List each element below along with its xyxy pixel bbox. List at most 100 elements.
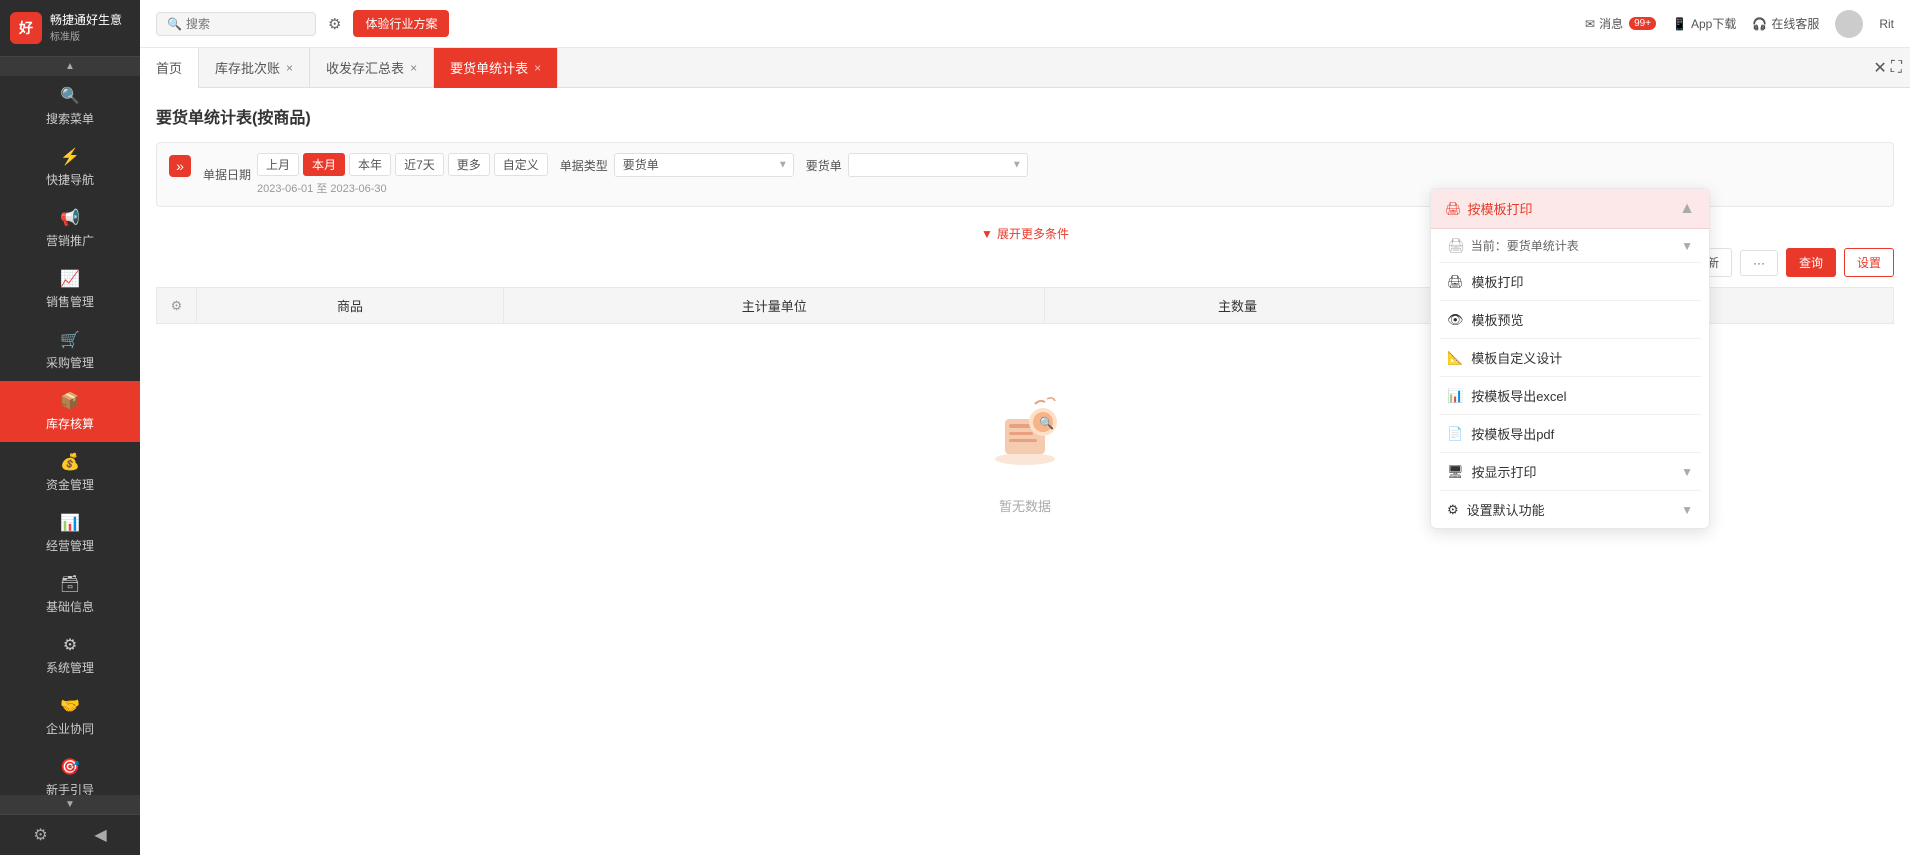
print-dropdown-title: 按模板打印 <box>1468 199 1533 218</box>
display-print-icon: 🖥 <box>1447 464 1464 480</box>
order-type-select-wrapper <box>848 153 1028 177</box>
sidebar-item-finance-label: 资金管理 <box>46 476 94 493</box>
tab-order-stats-close[interactable]: × <box>534 61 541 75</box>
settings-btn[interactable]: 设置 <box>1844 248 1894 277</box>
more-btn[interactable]: ··· <box>1740 250 1778 276</box>
basic-icon: 🗃 <box>60 574 80 594</box>
date-btns: 上月 本月 本年 近7天 更多 自定义 <box>257 153 548 176</box>
settings-gear-icon[interactable]: ⚙ <box>328 15 341 33</box>
col-goods: 商品 <box>197 288 504 324</box>
date-range-display: 2023-06-01 至 2023-06-30 <box>257 180 548 196</box>
online-service-action[interactable]: 🎧 在线客服 <box>1752 15 1819 32</box>
current-label-icon: 🖨 <box>1447 237 1465 254</box>
app-download-icon: 📱 <box>1672 17 1687 31</box>
template-pdf-icon: 📄 <box>1447 426 1463 442</box>
tab-home-label: 首页 <box>156 58 182 77</box>
current-label: 🖨 当前：要货单统计表 ▼ <box>1431 229 1709 262</box>
display-print-label: 按显示打印 <box>1472 462 1537 481</box>
sidebar-item-purchase-label: 采购管理 <box>46 354 94 371</box>
page-inner: 要货单统计表(按商品) » 单据日期 上月 本月 本年 近7天 更多 <box>140 88 1910 855</box>
template-design-icon: 📐 <box>1447 350 1463 366</box>
sidebar-scroll-up[interactable]: ▲ <box>0 57 140 76</box>
close-all-tabs-btn[interactable]: ✕ <box>1873 58 1886 78</box>
sidebar-item-corp-label: 企业协同 <box>46 720 94 737</box>
type-label: 单据类型 <box>560 157 608 174</box>
sidebar-item-inventory[interactable]: 📦 库存核算 <box>0 381 140 442</box>
tab-order-stats-label: 要货单统计表 <box>450 58 528 77</box>
sidebar-item-basic-label: 基础信息 <box>46 598 94 615</box>
tab-receipt-summary-close[interactable]: × <box>410 61 417 75</box>
avatar[interactable] <box>1835 10 1863 38</box>
custom-date-btn[interactable]: 自定义 <box>494 153 548 176</box>
sidebar-settings-btn[interactable]: ⚙ <box>33 825 47 845</box>
page-title: 要货单统计表(按商品) <box>156 104 1894 128</box>
sidebar-item-newguide[interactable]: 🎯 新手引导 <box>0 747 140 795</box>
set-default-item[interactable]: ⚙ 设置默认功能 ▼ <box>1431 491 1709 528</box>
last7-btn[interactable]: 近7天 <box>395 153 444 176</box>
date-group: 上月 本月 本年 近7天 更多 自定义 2023-06-01 至 2023-06… <box>257 153 548 196</box>
sidebar-item-system[interactable]: ⚙ 系统管理 <box>0 625 140 686</box>
col-settings[interactable]: ⚙ <box>157 288 197 324</box>
message-badge: 99+ <box>1629 17 1656 30</box>
filter-expand-btn[interactable]: » <box>169 155 191 177</box>
order-type-select[interactable] <box>848 153 1028 177</box>
template-excel-item[interactable]: 📊 按模板导出excel <box>1431 377 1709 414</box>
tab-home[interactable]: 首页 <box>140 48 199 88</box>
trial-btn[interactable]: 体验行业方案 <box>353 10 449 37</box>
template-pdf-item[interactable]: 📄 按模板导出pdf <box>1431 415 1709 452</box>
tab-order-stats[interactable]: 要货单统计表 × <box>434 48 558 88</box>
template-print-item[interactable]: 🖨 模板打印 <box>1431 263 1709 300</box>
display-print-item[interactable]: 🖥 按显示打印 ▼ <box>1431 453 1709 490</box>
search-icon: 🔍 <box>167 17 182 31</box>
set-default-arrow: ▼ <box>1681 503 1693 517</box>
col-unit: 主计量单位 <box>503 288 1045 324</box>
current-month-btn[interactable]: 本月 <box>303 153 345 176</box>
query-btn[interactable]: 查询 <box>1786 248 1836 277</box>
page-content: 要货单统计表(按商品) » 单据日期 上月 本月 本年 近7天 更多 <box>140 88 1910 855</box>
table-settings-icon[interactable]: ⚙ <box>171 298 183 313</box>
sidebar-nav: 🔍 搜索菜单 ⚡ 快捷导航 📢 营销推广 📈 销售管理 🛒 采购管理 📦 库存核… <box>0 76 140 795</box>
type-select[interactable]: 要货单 <box>614 153 794 177</box>
sidebar-item-sales[interactable]: 📈 销售管理 <box>0 259 140 320</box>
online-service-label: 在线客服 <box>1771 15 1819 32</box>
date-filter-field: 单据日期 上月 本月 本年 近7天 更多 自定义 2023-06-01 至 20… <box>203 153 548 196</box>
print-dropdown-up-icon[interactable]: ▲ <box>1679 200 1695 218</box>
expand-more-label: 展开更多条件 <box>997 225 1069 242</box>
topbar: 🔍 ⚙ 体验行业方案 ✉ 消息 99+ 📱 App下载 🎧 在线客服 Rit <box>140 0 1910 48</box>
sidebar-item-marketing[interactable]: 📢 营销推广 <box>0 198 140 259</box>
sidebar-item-quicknav[interactable]: ⚡ 快捷导航 <box>0 137 140 198</box>
expand-tabs-btn[interactable]: ⛶ <box>1891 59 1902 77</box>
print-dropdown: 🖨 按模板打印 ▲ 🖨 当前：要货单统计表 ▼ <box>1430 188 1710 529</box>
sidebar-item-basic[interactable]: 🗃 基础信息 <box>0 564 140 625</box>
sidebar-item-purchase[interactable]: 🛒 采购管理 <box>0 320 140 381</box>
col-qty: 主数量 <box>1045 288 1430 324</box>
tab-inventory-batch-close[interactable]: × <box>286 61 293 75</box>
set-default-icon: ⚙ <box>1447 502 1459 518</box>
type-select-wrapper: 要货单 <box>614 153 794 177</box>
template-print-label: 模板打印 <box>1472 272 1524 291</box>
current-label-text: 当前：要货单统计表 <box>1471 237 1579 254</box>
more-date-btn[interactable]: 更多 <box>448 153 490 176</box>
tabbar-end: ✕ ⛶ <box>1873 58 1910 78</box>
sidebar-scroll-down[interactable]: ▼ <box>0 795 140 814</box>
template-preview-label: 模板预览 <box>1472 310 1524 329</box>
app-download-action[interactable]: 📱 App下载 <box>1672 15 1736 32</box>
app-download-label: App下载 <box>1691 15 1736 32</box>
prev-month-btn[interactable]: 上月 <box>257 153 299 176</box>
message-action[interactable]: ✉ 消息 99+ <box>1585 15 1656 32</box>
print-dropdown-section: 🖨 当前：要货单统计表 ▼ 🖨 模板打印 <box>1431 229 1709 528</box>
template-preview-item[interactable]: 👁 模板预览 <box>1431 301 1709 338</box>
current-year-btn[interactable]: 本年 <box>349 153 391 176</box>
template-design-item[interactable]: 📐 模板自定义设计 <box>1431 339 1709 376</box>
tab-receipt-summary[interactable]: 收发存汇总表 × <box>310 48 434 88</box>
tab-receipt-summary-label: 收发存汇总表 <box>326 58 404 77</box>
search-input[interactable] <box>186 17 286 31</box>
sidebar-item-corp[interactable]: 🤝 企业协同 <box>0 686 140 747</box>
system-icon: ⚙ <box>63 635 77 655</box>
sidebar-item-finance[interactable]: 💰 资金管理 <box>0 442 140 503</box>
sidebar-collapse-btn[interactable]: ◀ <box>94 825 106 845</box>
sidebar-item-operation[interactable]: 📊 经营管理 <box>0 503 140 564</box>
search-box[interactable]: 🔍 <box>156 12 316 36</box>
tab-inventory-batch[interactable]: 库存批次账 × <box>199 48 310 88</box>
sidebar-item-search[interactable]: 🔍 搜索菜单 <box>0 76 140 137</box>
